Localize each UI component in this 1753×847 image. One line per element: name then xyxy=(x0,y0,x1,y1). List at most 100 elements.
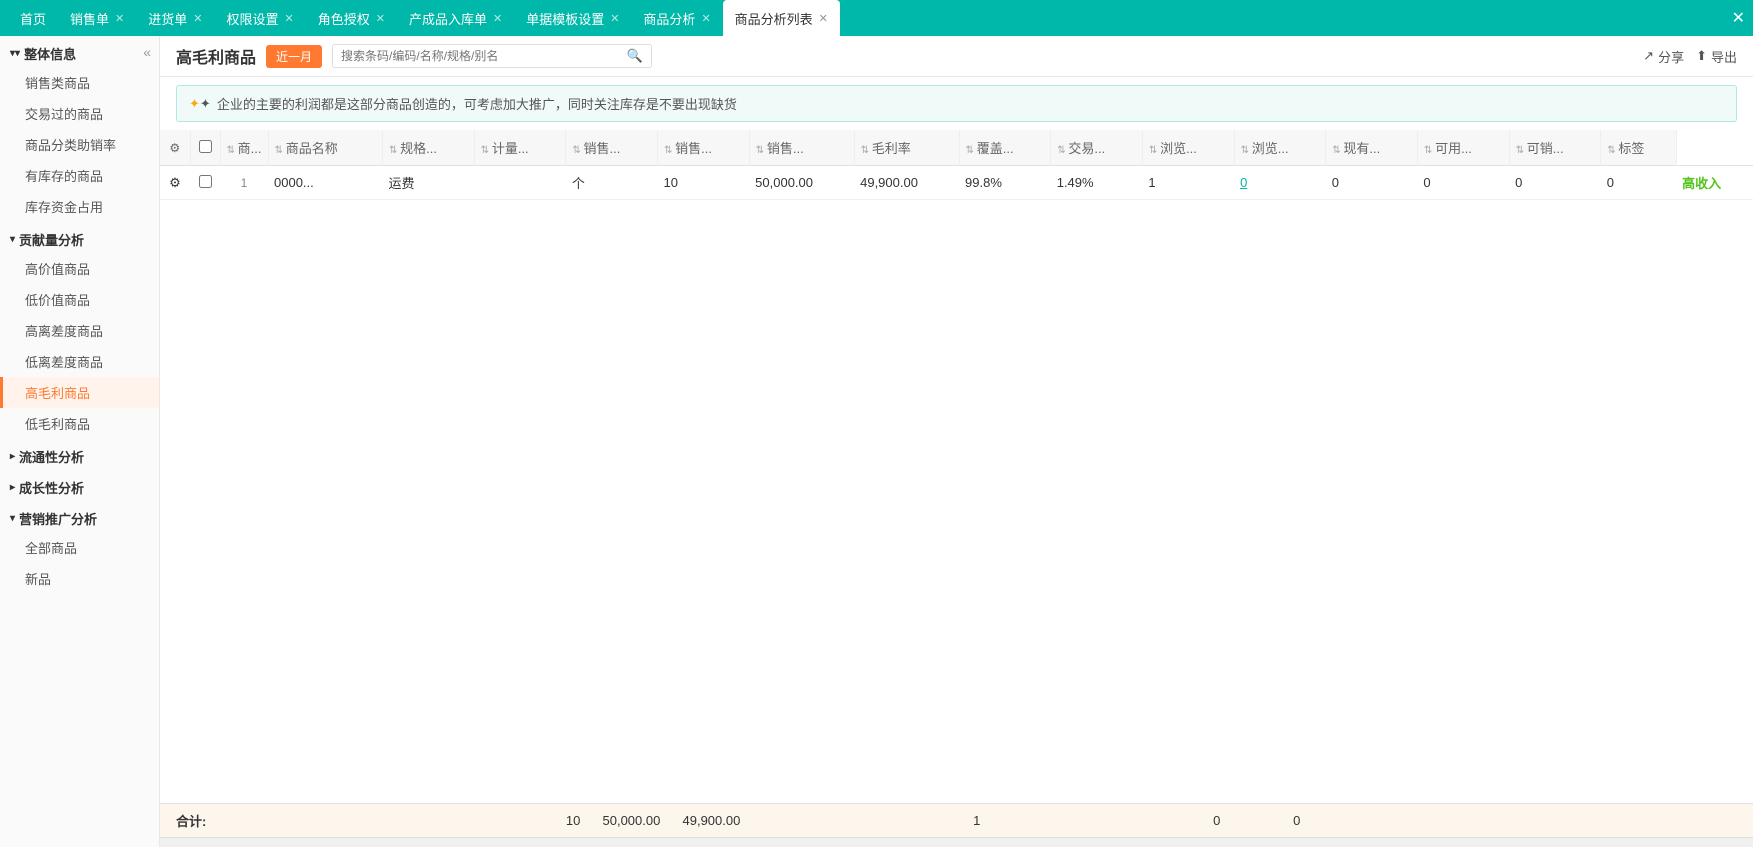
th-available-stock[interactable]: 可用... xyxy=(1417,130,1509,166)
info-icon: ✦ xyxy=(189,96,211,112)
nav-purchase[interactable]: 进货单 ✕ xyxy=(136,0,214,36)
main-area: « ▾ 整体信息 销售类商品 交易过的商品 商品分类助销率 有库存的商品 库存资… xyxy=(0,36,1753,847)
sidebar-group-circulation[interactable]: ▸ 流通性分析 xyxy=(0,439,159,470)
footer-current-stock: 0 xyxy=(1146,813,1226,828)
table-wrapper[interactable]: ⚙ 商... 商品名称 规格... xyxy=(160,130,1753,803)
horizontal-scrollbar[interactable] xyxy=(160,837,1753,847)
table-row: ⚙ 1 0000... 运费 xyxy=(160,166,1753,200)
sidebar-item-all-goods[interactable]: 全部商品 xyxy=(0,532,159,563)
nav-close-purchase[interactable]: ✕ xyxy=(193,12,202,25)
content-area: 高毛利商品 近一月 🔍 ↗ 分享 ⬆ 导出 ✦ 企业的主要的利润都是这部分商品创… xyxy=(160,36,1753,847)
th-tag[interactable]: 标签 xyxy=(1601,130,1676,166)
top-nav: 首页 销售单 ✕ 进货单 ✕ 权限设置 ✕ 角色授权 ✕ 产成品入库单 ✕ 单据… xyxy=(0,0,1753,36)
export-button[interactable]: ⬆ 导出 xyxy=(1696,47,1737,66)
th-unit[interactable]: 计量... xyxy=(474,130,566,166)
nav-goods-analysis[interactable]: 商品分析 ✕ xyxy=(631,0,722,36)
sidebar-item-stock-capital[interactable]: 库存资金占用 xyxy=(0,191,159,222)
th-view2[interactable]: 浏览... xyxy=(1234,130,1326,166)
content-header: 高毛利商品 近一月 🔍 ↗ 分享 ⬆ 导出 xyxy=(160,36,1753,77)
nav-roles[interactable]: 角色授权 ✕ xyxy=(306,0,397,36)
nav-close-roles[interactable]: ✕ xyxy=(376,12,385,25)
table-footer: 合计: 10 50,000.00 49,900.00 1 0 0 xyxy=(160,803,1753,837)
window-close-button[interactable]: ✕ xyxy=(1732,8,1745,28)
select-all-checkbox[interactable] xyxy=(199,140,212,153)
share-button[interactable]: ↗ 分享 xyxy=(1643,47,1684,66)
th-name[interactable]: 商品名称 xyxy=(268,130,382,166)
row-margin-rate: 99.8% xyxy=(959,166,1051,200)
row-trade: 1 xyxy=(1142,166,1234,200)
search-input[interactable] xyxy=(341,49,623,63)
th-margin-rate[interactable]: 毛利率 xyxy=(854,130,959,166)
nav-sales[interactable]: 销售单 ✕ xyxy=(58,0,136,36)
nav-production[interactable]: 产成品入库单 ✕ xyxy=(397,0,514,36)
chevron-down-icon: ▾ xyxy=(10,48,20,59)
row-available-stock: 0 xyxy=(1509,166,1601,200)
row-code: 0000... xyxy=(268,166,382,200)
sidebar-item-low-deviation[interactable]: 低离差度商品 xyxy=(0,346,159,377)
settings-icon[interactable]: ⚙ xyxy=(169,175,181,190)
sidebar-item-high-deviation[interactable]: 高离差度商品 xyxy=(0,315,159,346)
search-icon[interactable]: 🔍 xyxy=(627,48,643,64)
footer-sales-qty: 10 xyxy=(506,813,586,828)
footer-sales-cost: 49,900.00 xyxy=(666,813,746,828)
chevron-right-icon: ▸ xyxy=(10,451,15,462)
footer-sales-amount: 50,000.00 xyxy=(586,813,666,828)
th-sales-cost[interactable]: 销售... xyxy=(749,130,854,166)
chevron-right-icon-2: ▸ xyxy=(10,482,15,493)
row-checkbox[interactable] xyxy=(190,166,220,200)
nav-close-permissions[interactable]: ✕ xyxy=(285,12,294,25)
table-header-row: ⚙ 商... 商品名称 规格... xyxy=(160,130,1753,166)
data-table: ⚙ 商... 商品名称 规格... xyxy=(160,130,1753,200)
th-current-stock[interactable]: 现有... xyxy=(1326,130,1418,166)
nav-close-template[interactable]: ✕ xyxy=(610,12,619,25)
th-checkbox xyxy=(190,130,220,166)
nav-close-production[interactable]: ✕ xyxy=(493,12,502,25)
nav-home[interactable]: 首页 xyxy=(8,0,58,36)
sidebar-group-contribution[interactable]: ▾ 贡献量分析 xyxy=(0,222,159,253)
row-sellable: 0 xyxy=(1601,166,1676,200)
info-banner: ✦ 企业的主要的利润都是这部分商品创造的，可考虑加大推广，同时关注库存是不要出现… xyxy=(176,85,1737,122)
row-unit: 个 xyxy=(566,166,658,200)
page-title: 高毛利商品 xyxy=(176,44,256,68)
nav-close-goods-analysis-list[interactable]: ✕ xyxy=(819,12,828,25)
sidebar-item-new-goods[interactable]: 新品 xyxy=(0,563,159,594)
row-view1[interactable]: 0 xyxy=(1234,166,1326,200)
th-settings[interactable]: ⚙ xyxy=(160,130,190,166)
th-sales-qty[interactable]: 销售... xyxy=(566,130,658,166)
sidebar-item-low-value[interactable]: 低价值商品 xyxy=(0,284,159,315)
sidebar-item-category-rate[interactable]: 商品分类助销率 xyxy=(0,129,159,160)
nav-close-goods-analysis[interactable]: ✕ xyxy=(701,12,710,25)
row-sales-cost: 49,900.00 xyxy=(854,166,959,200)
nav-permissions[interactable]: 权限设置 ✕ xyxy=(214,0,305,36)
footer-empty2 xyxy=(746,813,906,828)
nav-template[interactable]: 单据模板设置 ✕ xyxy=(514,0,631,36)
sidebar-collapse-button[interactable]: « xyxy=(143,44,151,60)
th-sellable[interactable]: 可销... xyxy=(1509,130,1601,166)
footer-empty3 xyxy=(986,813,1146,828)
nav-close-sales[interactable]: ✕ xyxy=(115,12,124,25)
sidebar-group-overall[interactable]: ▾ 整体信息 xyxy=(0,36,159,67)
row-settings[interactable]: ⚙ xyxy=(160,166,190,200)
footer-cells: 10 50,000.00 49,900.00 1 0 0 xyxy=(226,813,1737,828)
nav-goods-analysis-list[interactable]: 商品分析列表 ✕ xyxy=(723,0,840,36)
th-coverage[interactable]: 覆盖... xyxy=(959,130,1051,166)
th-code[interactable]: 商... xyxy=(220,130,268,166)
row-name: 运费 xyxy=(382,166,474,200)
row-view2: 0 xyxy=(1326,166,1418,200)
sidebar-item-in-stock[interactable]: 有库存的商品 xyxy=(0,160,159,191)
th-sales-amount[interactable]: 销售... xyxy=(658,130,750,166)
th-spec[interactable]: 规格... xyxy=(382,130,474,166)
sidebar-item-high-margin[interactable]: 高毛利商品 xyxy=(0,377,159,408)
export-icon: ⬆ xyxy=(1696,48,1707,64)
row-tag: 高收入 xyxy=(1676,166,1753,200)
th-view1[interactable]: 浏览... xyxy=(1142,130,1234,166)
sidebar-item-low-margin[interactable]: 低毛利商品 xyxy=(0,408,159,439)
sidebar-item-sales-goods[interactable]: 销售类商品 xyxy=(0,67,159,98)
sidebar-group-marketing[interactable]: ▾ 营销推广分析 xyxy=(0,501,159,532)
sidebar-item-high-value[interactable]: 高价值商品 xyxy=(0,253,159,284)
sidebar-group-growth[interactable]: ▸ 成长性分析 xyxy=(0,470,159,501)
th-trade[interactable]: 交易... xyxy=(1051,130,1143,166)
filter-button[interactable]: 近一月 xyxy=(266,45,322,68)
row-index: 1 xyxy=(220,166,268,200)
sidebar-item-traded-goods[interactable]: 交易过的商品 xyxy=(0,98,159,129)
